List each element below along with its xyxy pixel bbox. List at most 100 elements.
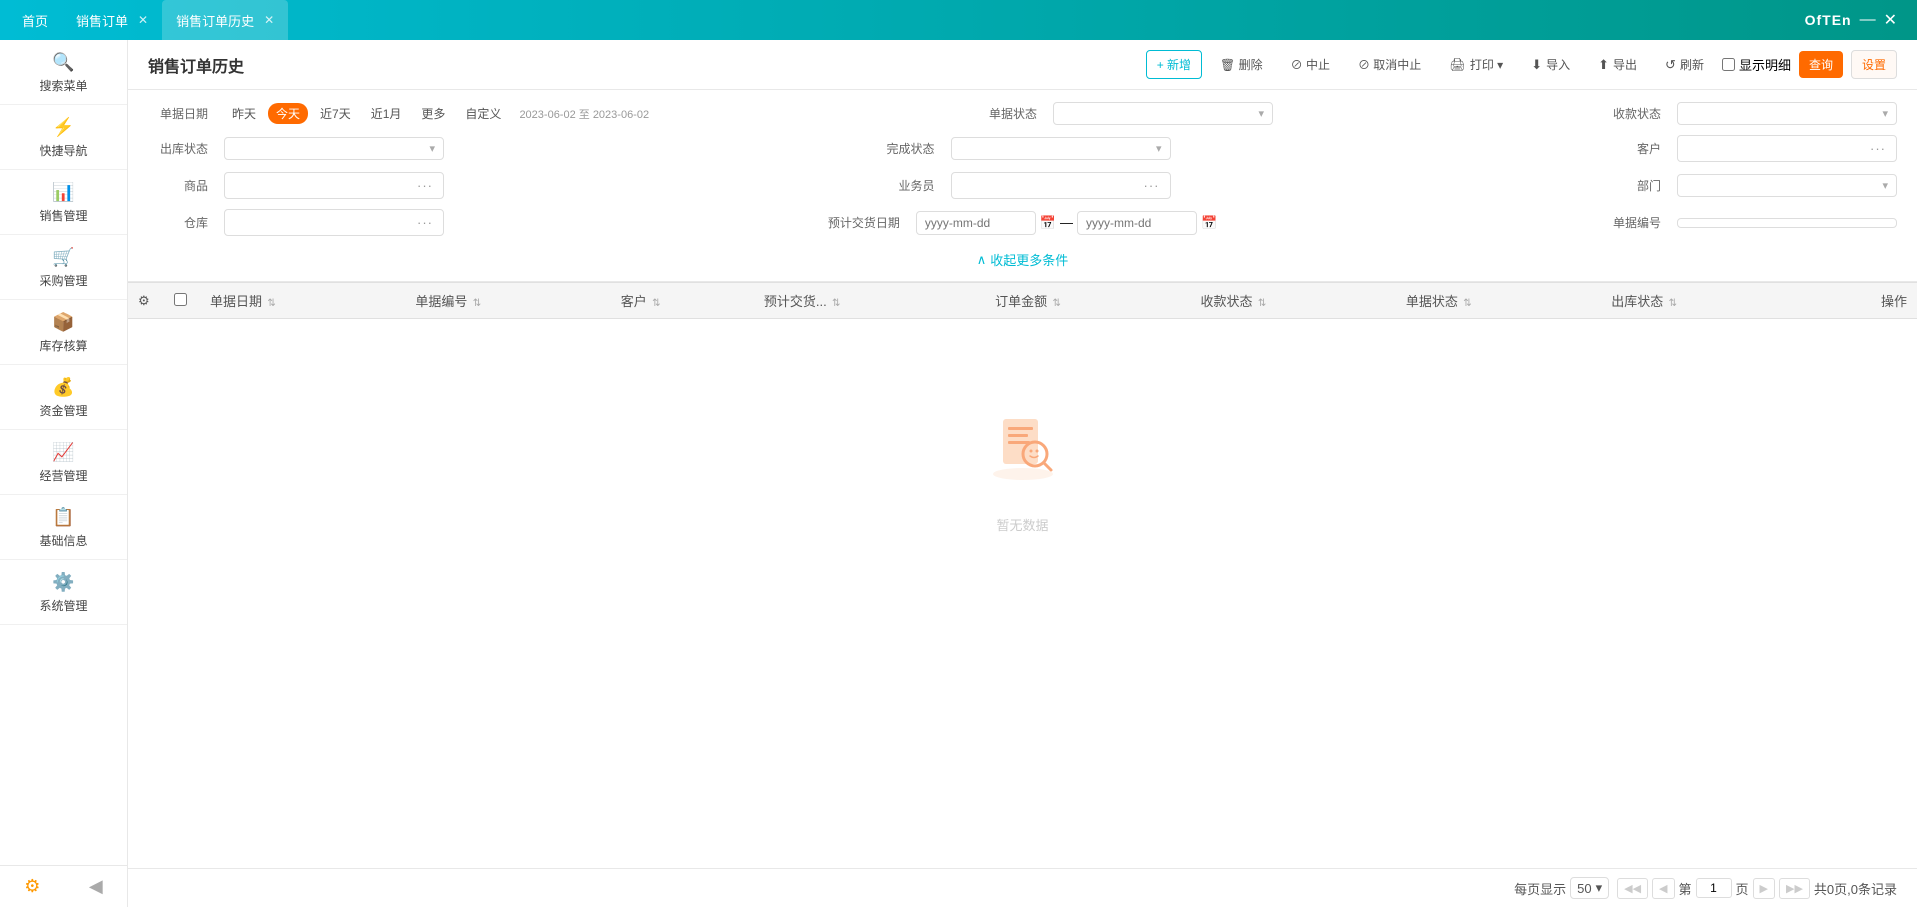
- tab-sales-order-history-close[interactable]: ✕: [264, 13, 274, 27]
- export-button[interactable]: ⬆ 导出: [1588, 51, 1647, 78]
- purchase-mgmt-icon: 🛒: [52, 247, 74, 268]
- delivery-date-start[interactable]: [916, 211, 1036, 235]
- doc-number-input[interactable]: [1677, 218, 1897, 228]
- prev-page-button[interactable]: ◀: [1652, 878, 1674, 899]
- th-doc-status-label: 单据状态: [1406, 294, 1458, 309]
- display-toggle-text: 显示明细: [1739, 55, 1791, 74]
- date-range-separator: —: [1060, 215, 1073, 230]
- sort-order-amount-icon[interactable]: ⇅: [1053, 298, 1061, 309]
- display-toggle-checkbox[interactable]: [1722, 58, 1735, 71]
- window-close[interactable]: ✕: [1884, 10, 1897, 30]
- collapse-row[interactable]: ∧ 收起更多条件: [148, 246, 1897, 269]
- salesperson-select[interactable]: ···: [951, 172, 1171, 199]
- out-stock-select[interactable]: ▾: [224, 137, 444, 160]
- customer-label: 客户: [1601, 140, 1661, 157]
- warehouse-select[interactable]: ···: [224, 209, 444, 236]
- sidebar-item-sales-mgmt[interactable]: 📊 销售管理: [0, 170, 127, 235]
- system-mgmt-icon: ⚙️: [52, 572, 74, 593]
- gear-icon[interactable]: ⚙: [138, 293, 150, 308]
- sort-out-stock-status-icon[interactable]: ⇅: [1669, 298, 1677, 309]
- query-button[interactable]: 查询: [1799, 51, 1843, 78]
- sort-receipt-status-icon[interactable]: ⇅: [1258, 298, 1266, 309]
- data-table: ⚙ 单据日期 ⇅ 单据编号 ⇅: [128, 282, 1917, 614]
- page-label-prefix: 第: [1679, 879, 1692, 898]
- sort-customer-icon[interactable]: ⇅: [652, 298, 660, 309]
- sidebar-collapse-icon[interactable]: ◀: [89, 876, 103, 897]
- first-page-button[interactable]: ◀◀: [1617, 878, 1648, 899]
- complete-arrow: ▾: [1156, 142, 1162, 155]
- product-dots: ···: [417, 178, 433, 193]
- import-button[interactable]: ⬇ 导入: [1521, 51, 1580, 78]
- settings-button[interactable]: 设置: [1851, 50, 1897, 79]
- delete-button[interactable]: 🗑 删除: [1210, 51, 1273, 78]
- cancel-stop-button[interactable]: ⊘ 取消中止: [1348, 51, 1431, 78]
- calendar-start-icon[interactable]: 📅: [1040, 215, 1056, 231]
- select-all-checkbox[interactable]: [174, 293, 187, 306]
- total-label: 共0页,0条记录: [1814, 879, 1897, 898]
- sidebar-item-purchase-mgmt[interactable]: 🛒 采购管理: [0, 235, 127, 300]
- tab-sales-order[interactable]: 销售订单 ✕: [62, 0, 162, 40]
- quick-nav-icon: ⚡: [52, 117, 74, 138]
- page-size-box[interactable]: 50 ▾: [1570, 877, 1609, 899]
- sidebar-item-finance-mgmt-label: 资金管理: [39, 402, 87, 419]
- page-number-input[interactable]: [1696, 878, 1732, 898]
- next-page-button[interactable]: ▶: [1753, 878, 1775, 899]
- last7-tab[interactable]: 近7天: [312, 103, 359, 124]
- new-button[interactable]: + 新增: [1146, 50, 1202, 79]
- th-check[interactable]: [164, 283, 200, 319]
- warehouse-label: 仓库: [148, 214, 208, 231]
- receipt-status-select[interactable]: ▾: [1677, 102, 1897, 125]
- tab-sales-order-history[interactable]: 销售订单历史 ✕: [162, 0, 288, 40]
- sidebar-item-inventory-calc[interactable]: 📦 库存核算: [0, 300, 127, 365]
- filter-row-2: 出库状态 ▾ 完成状态 ▾ 客户 ···: [148, 135, 1897, 162]
- sidebar-item-finance-mgmt[interactable]: 💰 资金管理: [0, 365, 127, 430]
- product-select[interactable]: ···: [224, 172, 444, 199]
- window-minimize[interactable]: —: [1860, 11, 1876, 29]
- sort-doc-no-icon[interactable]: ⇅: [473, 298, 481, 309]
- sidebar-item-quick-nav-label: 快捷导航: [39, 142, 87, 159]
- delivery-date-end[interactable]: [1077, 211, 1197, 235]
- th-gear[interactable]: ⚙: [128, 283, 164, 319]
- sidebar-item-system-mgmt[interactable]: ⚙️ 系统管理: [0, 560, 127, 625]
- sidebar-item-inventory-calc-label: 库存核算: [39, 337, 87, 354]
- refresh-button[interactable]: ↺ 刷新: [1655, 51, 1714, 78]
- sidebar-item-search-menu[interactable]: 🔍 搜索菜单: [0, 40, 127, 105]
- complete-status-select[interactable]: ▾: [951, 137, 1171, 160]
- table-body: 暂无数据: [128, 319, 1917, 615]
- sidebar-item-basic-info[interactable]: 📋 基础信息: [0, 495, 127, 560]
- sidebar-item-quick-nav[interactable]: ⚡ 快捷导航: [0, 105, 127, 170]
- tab-sales-order-label: 销售订单: [76, 11, 128, 30]
- th-customer: 客户 ⇅: [611, 283, 754, 319]
- filter-row-3: 商品 ··· 业务员 ··· 部门 ▾: [148, 172, 1897, 199]
- department-select[interactable]: ▾: [1677, 174, 1897, 197]
- stop-button[interactable]: ⊘ 中止: [1281, 51, 1340, 78]
- th-customer-label: 客户: [621, 294, 647, 309]
- today-tab[interactable]: 今天: [268, 103, 308, 124]
- tab-sales-order-close[interactable]: ✕: [138, 13, 148, 27]
- sidebar-settings-icon[interactable]: ⚙: [24, 876, 40, 897]
- th-operation-label: 操作: [1881, 294, 1907, 309]
- yesterday-tab[interactable]: 昨天: [224, 103, 264, 124]
- customer-dots: ···: [1870, 141, 1886, 156]
- more-tab[interactable]: 更多: [413, 103, 453, 124]
- collapse-text: 收起更多条件: [990, 250, 1068, 269]
- tab-home[interactable]: 首页: [8, 0, 62, 40]
- custom-tab[interactable]: 自定义: [457, 103, 509, 124]
- print-button[interactable]: 🖨 🖨 打印 打印 ▾: [1439, 51, 1513, 78]
- filter-area: 单据日期 昨天 今天 近7天 近1月 更多 自定义 2023-06-02 至 2…: [128, 90, 1917, 282]
- import-icon: ⬇: [1531, 57, 1542, 73]
- sort-doc-date-icon[interactable]: ⇅: [267, 298, 275, 309]
- customer-select[interactable]: ···: [1677, 135, 1897, 162]
- sidebar-item-ops-mgmt[interactable]: 📈 经营管理: [0, 430, 127, 495]
- page-title: 销售订单历史: [148, 53, 244, 77]
- sort-doc-status-icon[interactable]: ⇅: [1463, 298, 1471, 309]
- last-page-button[interactable]: ▶▶: [1779, 878, 1810, 899]
- calendar-end-icon[interactable]: 📅: [1201, 215, 1217, 231]
- doc-status-arrow: ▾: [1259, 107, 1265, 120]
- sidebar-item-purchase-mgmt-label: 采购管理: [39, 272, 87, 289]
- th-receipt-status: 收款状态 ⇅: [1191, 283, 1396, 319]
- doc-status-select[interactable]: ▾: [1053, 102, 1273, 125]
- page-size-value: 50: [1577, 881, 1591, 896]
- sort-expected-delivery-icon[interactable]: ⇅: [832, 298, 840, 309]
- last-month-tab[interactable]: 近1月: [363, 103, 410, 124]
